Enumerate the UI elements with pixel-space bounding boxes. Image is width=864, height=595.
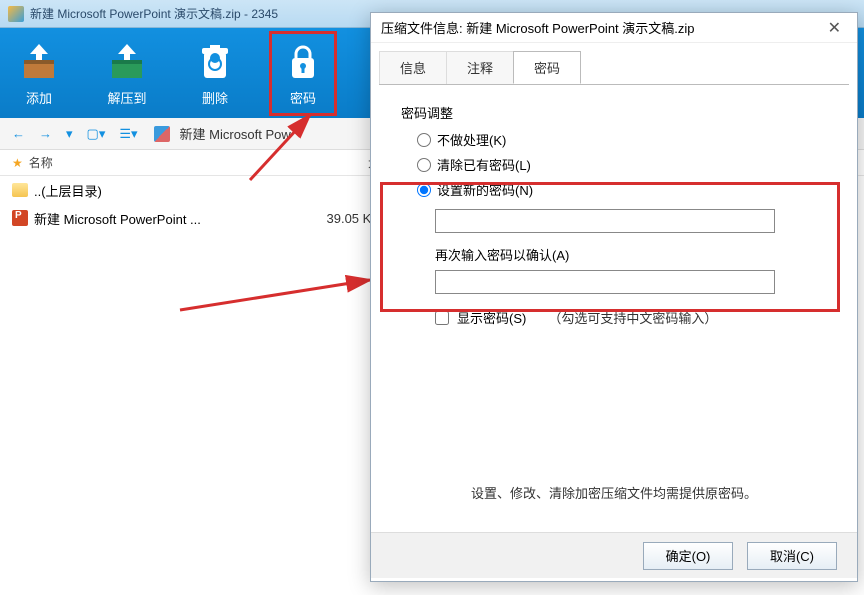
star-icon: ★ bbox=[12, 156, 23, 170]
add-label: 添加 bbox=[26, 88, 52, 107]
radio-none-input[interactable] bbox=[417, 133, 431, 147]
open-dropdown[interactable]: ▢▾ bbox=[83, 124, 110, 144]
back-button[interactable]: ← bbox=[8, 124, 29, 143]
app-icon bbox=[8, 6, 24, 22]
forward-button[interactable]: → bbox=[35, 124, 56, 143]
delete-label: 删除 bbox=[202, 88, 228, 107]
confirm-label: 再次输入密码以确认(A) bbox=[435, 245, 827, 264]
add-button[interactable]: 添加 bbox=[10, 36, 68, 111]
dialog-body: 密码调整 不做处理(K) 清除已有密码(L) 设置新的密码(N) 再次输入密码以… bbox=[379, 84, 849, 524]
dialog-titlebar: 压缩文件信息: 新建 Microsoft PowerPoint 演示文稿.zip… bbox=[371, 13, 857, 43]
extract-label: 解压到 bbox=[107, 88, 146, 107]
breadcrumb-icon bbox=[154, 126, 170, 142]
delete-button[interactable]: 删除 bbox=[186, 36, 244, 111]
show-password-hint: （勾选可支持中文密码输入） bbox=[548, 308, 717, 327]
view-dropdown[interactable]: ☰▾ bbox=[115, 124, 141, 144]
add-icon bbox=[18, 40, 60, 82]
ppt-icon bbox=[12, 210, 28, 226]
radio-set[interactable]: 设置新的密码(N) bbox=[417, 180, 827, 199]
breadcrumb[interactable]: 新建 Microsoft Pow bbox=[180, 124, 291, 143]
tab-password[interactable]: 密码 bbox=[513, 51, 581, 84]
password-label: 密码 bbox=[290, 88, 316, 107]
radio-clear-input[interactable] bbox=[417, 158, 431, 172]
radio-clear[interactable]: 清除已有密码(L) bbox=[417, 155, 827, 174]
dialog-buttons: 确定(O) 取消(C) bbox=[371, 532, 857, 578]
col-name-header[interactable]: ★ 名称 bbox=[0, 154, 300, 171]
up-button[interactable]: ▾ bbox=[62, 124, 77, 144]
bottom-hint: 设置、修改、清除加密压缩文件均需提供原密码。 bbox=[379, 483, 849, 502]
dialog-title: 压缩文件信息: 新建 Microsoft PowerPoint 演示文稿.zip bbox=[381, 18, 695, 37]
dialog-tabs: 信息 注释 密码 bbox=[371, 43, 857, 84]
radio-none[interactable]: 不做处理(K) bbox=[417, 130, 827, 149]
radio-set-input[interactable] bbox=[417, 183, 431, 197]
password-fields: 再次输入密码以确认(A) bbox=[435, 209, 827, 294]
password-confirm-input[interactable] bbox=[435, 270, 775, 294]
close-button[interactable]: ✕ bbox=[822, 18, 847, 38]
show-password-checkbox[interactable] bbox=[435, 311, 449, 325]
group-title: 密码调整 bbox=[401, 103, 827, 122]
password-dialog: 压缩文件信息: 新建 Microsoft PowerPoint 演示文稿.zip… bbox=[370, 12, 858, 582]
lock-icon bbox=[282, 40, 324, 82]
password-button[interactable]: 密码 bbox=[274, 36, 332, 111]
cancel-button[interactable]: 取消(C) bbox=[747, 542, 837, 570]
tab-info[interactable]: 信息 bbox=[379, 51, 447, 84]
ok-button[interactable]: 确定(O) bbox=[643, 542, 733, 570]
extract-button[interactable]: 解压到 bbox=[98, 36, 156, 111]
show-password-row: 显示密码(S) （勾选可支持中文密码输入） bbox=[435, 308, 827, 327]
window-title: 新建 Microsoft PowerPoint 演示文稿.zip - 2345 bbox=[30, 5, 278, 22]
show-password-label[interactable]: 显示密码(S) bbox=[457, 308, 526, 327]
folder-icon bbox=[12, 183, 28, 197]
trash-icon bbox=[194, 40, 236, 82]
password-input[interactable] bbox=[435, 209, 775, 233]
tab-comment[interactable]: 注释 bbox=[446, 51, 514, 84]
extract-icon bbox=[106, 40, 148, 82]
